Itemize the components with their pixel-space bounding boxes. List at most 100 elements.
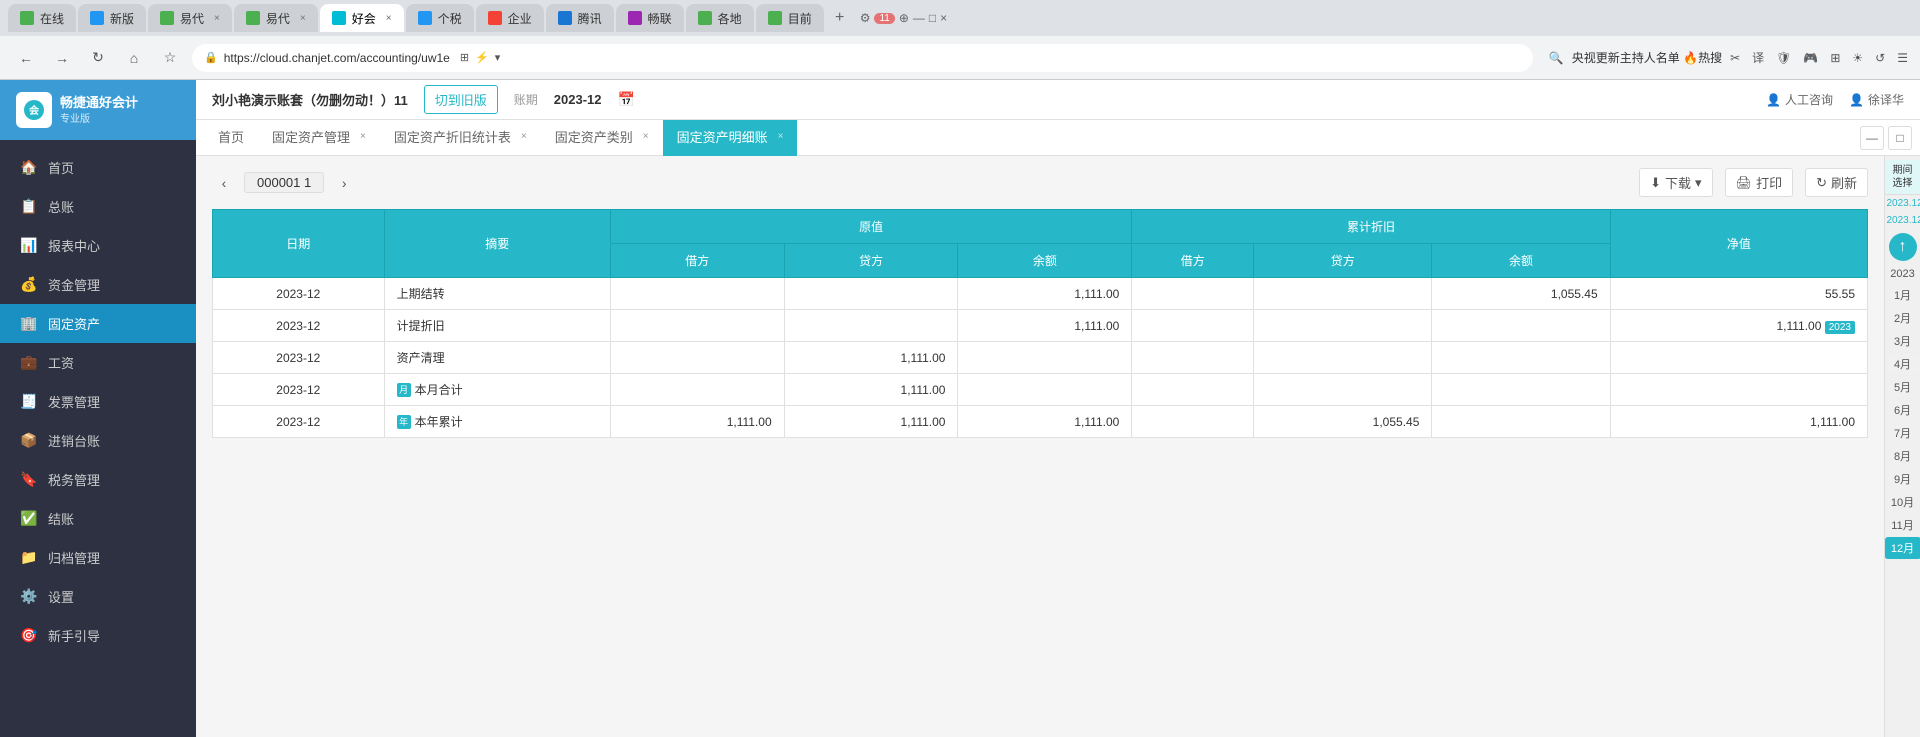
month-item-5[interactable]: 5月: [1885, 376, 1920, 399]
tab-label: 在线: [40, 10, 64, 27]
prev-page-button[interactable]: ‹: [212, 171, 236, 195]
tab-close-icon[interactable]: ×: [300, 13, 306, 24]
refresh-button[interactable]: ↻ 刷新: [1805, 168, 1868, 197]
col-group-leiji: 累计折旧: [1132, 210, 1610, 244]
download-button[interactable]: ⬇ 下载 ▾: [1639, 168, 1712, 197]
month-item-8[interactable]: 8月: [1885, 445, 1920, 468]
tab-fixed-assets-mgmt[interactable]: 固定资产管理 ×: [258, 120, 380, 156]
browser-tab-yidai1[interactable]: 易代 ×: [148, 4, 232, 32]
browser-tab-tengxun[interactable]: 腾讯: [546, 4, 614, 32]
address-input[interactable]: 🔒 https://cloud.chanjet.com/accounting/u…: [192, 44, 1533, 72]
minimize-window-button[interactable]: —: [1860, 126, 1884, 150]
tab-favicon: [698, 11, 712, 25]
grid-icon[interactable]: ⊞: [1830, 51, 1840, 65]
tab-label: 畅联: [648, 10, 672, 27]
scroll-up-circle[interactable]: ↑: [1889, 233, 1917, 261]
browser-tab-qiye[interactable]: 企业: [476, 4, 544, 32]
sidebar-item-tax[interactable]: 🔖 税务管理: [0, 460, 196, 499]
month-item-11[interactable]: 11月: [1885, 514, 1920, 537]
month-item-2[interactable]: 2月: [1885, 307, 1920, 330]
browser-tab-new[interactable]: 新版: [78, 4, 146, 32]
browser-tab-gedi[interactable]: 各地: [686, 4, 754, 32]
reports-icon: 📊: [20, 237, 38, 255]
sun-icon[interactable]: ☀: [1852, 51, 1863, 65]
tab-label: 企业: [508, 10, 532, 27]
sidebar-item-inventory[interactable]: 📦 进销台账: [0, 421, 196, 460]
month-item-2023[interactable]: 2023: [1885, 265, 1920, 284]
month-item-7[interactable]: 7月: [1885, 422, 1920, 445]
desc-text: 本年累计: [415, 413, 463, 430]
sidebar-item-closing[interactable]: ✅ 结账: [0, 499, 196, 538]
month-item-3[interactable]: 3月: [1885, 330, 1920, 353]
tab-label: 好会: [352, 10, 376, 27]
user-profile-button[interactable]: 👤 徐译华: [1849, 91, 1904, 108]
search-area[interactable]: 🔍 央视更新主持人名单 🔥热搜: [1549, 49, 1722, 66]
cell-net-value: [1610, 342, 1867, 374]
month-item-12[interactable]: 12月: [1885, 537, 1920, 560]
translate-icon[interactable]: 译: [1752, 49, 1764, 66]
browser-tab-yidai2[interactable]: 易代 ×: [234, 4, 318, 32]
tab-asset-category[interactable]: 固定资产类别 ×: [541, 120, 663, 156]
month-item-1[interactable]: 1月: [1885, 284, 1920, 307]
cell-leiji-debit: [1132, 342, 1254, 374]
browser-tab-online[interactable]: 在线: [8, 4, 76, 32]
bookmark-button[interactable]: ☆: [156, 44, 184, 72]
calendar-icon[interactable]: 📅: [618, 91, 635, 108]
back-button[interactable]: ←: [12, 44, 40, 72]
qr-icon: ⊞: [460, 51, 469, 64]
cell-date: 2023-12: [213, 278, 385, 310]
tab-home[interactable]: 首页: [204, 120, 258, 156]
print-button[interactable]: 🖨 打印: [1725, 168, 1794, 197]
browser-tab-geshui[interactable]: 个税: [406, 4, 474, 32]
new-tab-button[interactable]: +: [826, 4, 854, 32]
period-value: 2023-12: [554, 92, 602, 107]
maximize-window-button[interactable]: □: [1888, 126, 1912, 150]
cell-leiji-balance: [1432, 310, 1610, 342]
reload-button[interactable]: ↻: [84, 44, 112, 72]
gamepad-icon[interactable]: 🎮: [1803, 51, 1818, 65]
customer-service-button[interactable]: 👤 人工咨询: [1766, 91, 1833, 108]
month-item-6[interactable]: 6月: [1885, 399, 1920, 422]
tax-icon: 🔖: [20, 471, 38, 489]
cell-yuanzhi-credit: 1,111.00: [784, 406, 958, 438]
sidebar-item-invoice[interactable]: 🧾 发票管理: [0, 382, 196, 421]
tab-close-icon[interactable]: ×: [386, 13, 392, 24]
month-item-9[interactable]: 9月: [1885, 468, 1920, 491]
sidebar-item-reports[interactable]: 📊 报表中心: [0, 226, 196, 265]
sidebar-label-guide: 新手引导: [48, 626, 100, 645]
month-item-4[interactable]: 4月: [1885, 353, 1920, 376]
sidebar-item-general-ledger[interactable]: 📋 总账: [0, 187, 196, 226]
history-back-icon[interactable]: ↺: [1875, 51, 1885, 65]
search-text: 央视更新主持人名单 🔥热搜: [1572, 49, 1722, 66]
sidebar-item-settings[interactable]: ⚙️ 设置: [0, 577, 196, 616]
period-selected-start[interactable]: 2023.12: [1885, 195, 1920, 212]
menu-icon[interactable]: ☰: [1897, 51, 1908, 65]
next-page-button[interactable]: ›: [332, 171, 356, 195]
switch-version-button[interactable]: 切到旧版: [424, 85, 498, 114]
scissors-icon[interactable]: ✂: [1730, 51, 1740, 65]
tab-fa-mgmt-close[interactable]: ×: [360, 131, 366, 142]
shield-icon[interactable]: 🛡: [1776, 51, 1791, 65]
home-button[interactable]: ⌂: [120, 44, 148, 72]
tab-depreciation-stats[interactable]: 固定资产折旧统计表 ×: [380, 120, 541, 156]
sidebar-item-archive[interactable]: 📁 归档管理: [0, 538, 196, 577]
browser-tab-haohui[interactable]: 好会 ×: [320, 4, 404, 32]
browser-tab-chang[interactable]: 畅联: [616, 4, 684, 32]
period-selected-end[interactable]: 2023.12: [1885, 212, 1920, 229]
sidebar-item-home[interactable]: 🏠 首页: [0, 148, 196, 187]
tab-extras: ⚙ 11 ⊕ — □ ×: [860, 11, 947, 25]
desc-text: 资产清理: [397, 351, 445, 365]
sidebar-item-guide[interactable]: 🎯 新手引导: [0, 616, 196, 655]
browser-tab-muqian[interactable]: 目前: [756, 4, 824, 32]
tab-detail-close[interactable]: ×: [778, 131, 784, 142]
sidebar-item-cash[interactable]: 💰 资金管理: [0, 265, 196, 304]
forward-button[interactable]: →: [48, 44, 76, 72]
tab-dep-stats-close[interactable]: ×: [521, 131, 527, 142]
sidebar-item-fixed-assets[interactable]: 🏢 固定资产: [0, 304, 196, 343]
sidebar-item-payroll[interactable]: 💼 工资: [0, 343, 196, 382]
tab-asset-detail-ledger[interactable]: 固定资产明细账 ×: [663, 120, 798, 156]
tab-close-icon[interactable]: ×: [214, 13, 220, 24]
month-item-10[interactable]: 10月: [1885, 491, 1920, 514]
tab-category-close[interactable]: ×: [643, 131, 649, 142]
period-selector-header: 期间 选择: [1885, 160, 1920, 195]
